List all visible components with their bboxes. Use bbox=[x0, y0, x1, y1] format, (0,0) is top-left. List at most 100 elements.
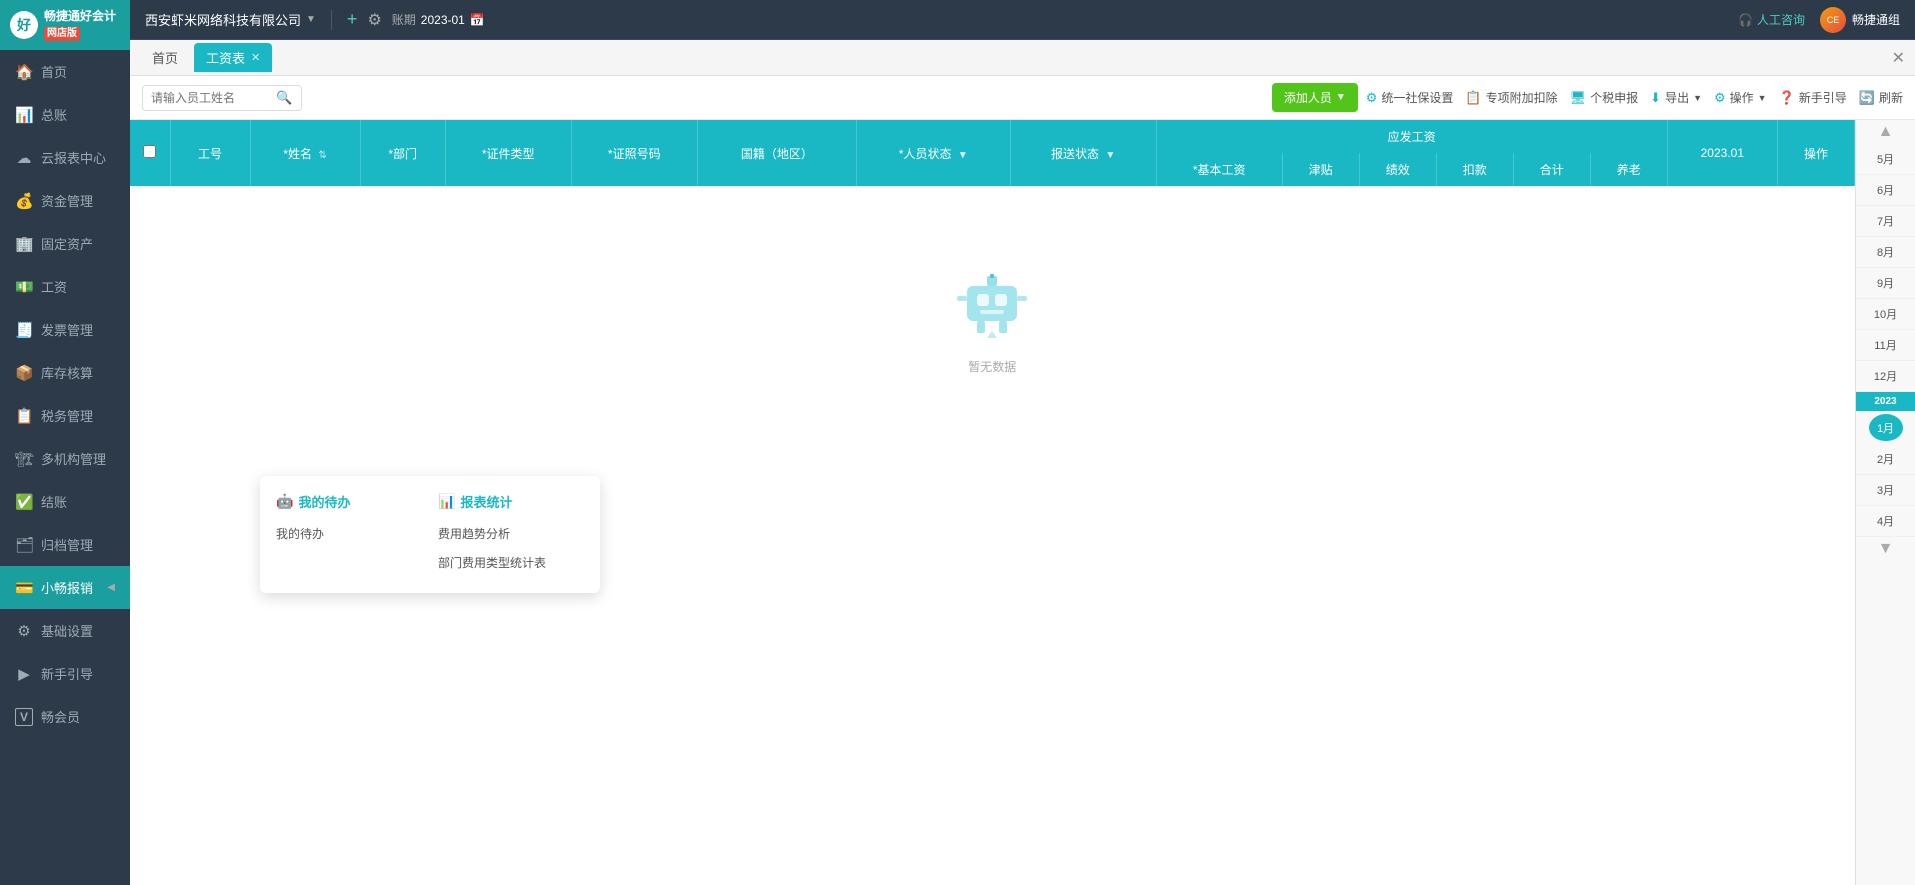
dropdown-popup: 🤖 我的待办 我的待办 📊 报表统计 费用趋势分析 部门费用类型统计表 bbox=[260, 476, 600, 593]
operate-action[interactable]: ⚙ 操作 ▼ bbox=[1714, 89, 1767, 106]
multi-org-icon: 🏗 bbox=[15, 450, 33, 468]
sidebar-item-inventory[interactable]: 📦 库存核算 bbox=[0, 351, 130, 394]
th-name-label: *姓名 bbox=[283, 147, 312, 161]
th-checkbox[interactable] bbox=[130, 120, 170, 186]
month-item-8[interactable]: 8月 bbox=[1856, 237, 1915, 268]
sidebar-item-label-multi-org: 多机构管理 bbox=[41, 449, 106, 468]
search-input[interactable] bbox=[151, 91, 271, 105]
period-value: 2023-01 bbox=[421, 13, 465, 27]
th-cert-no-label: *证照号码 bbox=[608, 147, 661, 161]
avatar: CE bbox=[1820, 7, 1846, 33]
sidebar-item-archive[interactable]: 🗂 归档管理 bbox=[0, 523, 130, 566]
sidebar-item-multi-org[interactable]: 🏗 多机构管理 bbox=[0, 437, 130, 480]
fund-icon: 💰 bbox=[15, 192, 33, 210]
th-pension-label: 养老 bbox=[1617, 163, 1641, 177]
empty-state: 暂无数据 bbox=[130, 186, 1855, 455]
guide-icon: ▶ bbox=[15, 665, 33, 683]
sidebar-item-cloud-report[interactable]: ☁ 云报表中心 bbox=[0, 136, 130, 179]
search-icon[interactable]: 🔍 bbox=[276, 90, 292, 106]
tax-report-action[interactable]: 🖥 个税申报 bbox=[1570, 89, 1639, 106]
add-person-button[interactable]: 添加人员 ▼ bbox=[1272, 83, 1358, 112]
month-item-3[interactable]: 3月 bbox=[1856, 475, 1915, 506]
sidebar-item-label-basic: 基础设置 bbox=[41, 621, 93, 640]
sidebar-item-home[interactable]: 🏠 首页 bbox=[0, 50, 130, 93]
month-item-12[interactable]: 12月 bbox=[1856, 361, 1915, 392]
dropdown-col-1-title: 🤖 我的待办 bbox=[276, 492, 422, 511]
sidebar-item-basic[interactable]: ⚙ 基础设置 bbox=[0, 609, 130, 652]
th-base-salary: *基本工资 bbox=[1156, 153, 1282, 186]
dropdown-col-1: 🤖 我的待办 我的待办 bbox=[276, 492, 422, 577]
tab-salary-table[interactable]: 工资表 ✕ bbox=[194, 43, 272, 72]
tab-bar-close-button[interactable]: ✕ bbox=[1892, 48, 1905, 68]
sidebar-item-guide[interactable]: ▶ 新手引导 bbox=[0, 652, 130, 695]
special-deduct-icon: 📋 bbox=[1465, 90, 1481, 106]
month-item-7[interactable]: 7月 bbox=[1856, 206, 1915, 237]
tab-close-icon[interactable]: ✕ bbox=[251, 51, 260, 64]
operate-arrow-icon: ▼ bbox=[1758, 93, 1767, 103]
month-item-2[interactable]: 2月 bbox=[1856, 444, 1915, 475]
month-nav-up-button[interactable]: ▲ bbox=[1856, 120, 1915, 144]
archive-icon: 🗂 bbox=[15, 536, 33, 554]
month-item-1-active[interactable]: 1月 bbox=[1869, 414, 1903, 442]
user-menu[interactable]: CE 畅捷通组 bbox=[1820, 7, 1900, 33]
report-filter-icon[interactable]: ▼ bbox=[1105, 150, 1115, 161]
month-nav-down-button[interactable]: ▼ bbox=[1856, 537, 1915, 561]
asset-icon: 🏢 bbox=[15, 235, 33, 253]
topbar: 西安虾米网络科技有限公司 ▼ + ⚙ 账期 2023-01 📅 🎧 人工咨询 C… bbox=[130, 0, 1915, 40]
service-button[interactable]: 🎧 人工咨询 bbox=[1738, 11, 1805, 28]
th-bonus: 绩效 bbox=[1359, 153, 1436, 186]
special-deduct-action[interactable]: 📋 专项附加扣除 bbox=[1465, 89, 1557, 106]
toolbar: 🔍 添加人员 ▼ ⚙ 统一社保设置 📋 专项附加扣除 🖥 个税申报 bbox=[130, 76, 1915, 120]
month-item-5[interactable]: 5月 bbox=[1856, 144, 1915, 175]
th-base-salary-label: *基本工资 bbox=[1193, 163, 1246, 177]
company-selector[interactable]: 西安虾米网络科技有限公司 ▼ bbox=[145, 10, 316, 29]
sidebar-item-tax[interactable]: 📋 税务管理 bbox=[0, 394, 130, 437]
month-item-10[interactable]: 10月 bbox=[1856, 299, 1915, 330]
service-label: 人工咨询 bbox=[1757, 11, 1805, 28]
year-label-2023: 2023 bbox=[1856, 392, 1915, 412]
sidebar-item-salary[interactable]: 💵 工资 bbox=[0, 265, 130, 308]
sidebar-item-member[interactable]: V 畅会员 bbox=[0, 695, 130, 738]
dropdown-col-1-label: 我的待办 bbox=[298, 492, 350, 511]
topbar-settings-icon[interactable]: ⚙ bbox=[367, 10, 381, 30]
calendar-icon[interactable]: 📅 bbox=[470, 13, 485, 27]
sidebar-item-label-tax: 税务管理 bbox=[41, 406, 93, 425]
tab-home-label: 首页 bbox=[152, 48, 178, 67]
add-person-arrow-icon: ▼ bbox=[1336, 92, 1346, 103]
tab-home[interactable]: 首页 bbox=[140, 43, 190, 72]
status-filter-icon[interactable]: ▼ bbox=[958, 150, 968, 161]
dropdown-item-todo[interactable]: 我的待办 bbox=[276, 519, 422, 548]
refresh-action[interactable]: 🔄 刷新 bbox=[1859, 89, 1903, 106]
sidebar-item-fund[interactable]: 💰 资金管理 bbox=[0, 179, 130, 222]
sidebar-item-settlement[interactable]: ✅ 结账 bbox=[0, 480, 130, 523]
add-company-button[interactable]: + bbox=[347, 9, 358, 30]
new-guide-action[interactable]: ❓ 新手引导 bbox=[1779, 89, 1847, 106]
sidebar-item-label-salary: 工资 bbox=[41, 277, 67, 296]
dropdown-item-dept[interactable]: 部门费用类型统计表 bbox=[438, 548, 584, 577]
sidebar-item-invoice[interactable]: 🧾 发票管理 bbox=[0, 308, 130, 351]
dropdown-item-trend[interactable]: 费用趋势分析 bbox=[438, 519, 584, 548]
settlement-icon: ✅ bbox=[15, 493, 33, 511]
sidebar-item-asset[interactable]: 🏢 固定资产 bbox=[0, 222, 130, 265]
month-item-4[interactable]: 4月 bbox=[1856, 506, 1915, 537]
sidebar-item-ledger[interactable]: 📊 总账 bbox=[0, 93, 130, 136]
month-item-6[interactable]: 6月 bbox=[1856, 175, 1915, 206]
social-insurance-label: 统一社保设置 bbox=[1381, 89, 1453, 106]
search-box[interactable]: 🔍 bbox=[142, 85, 302, 111]
empty-robot-icon bbox=[952, 266, 1032, 346]
th-period: 2023.01 bbox=[1667, 120, 1777, 186]
period-label: 账期 bbox=[392, 11, 416, 28]
month-item-9[interactable]: 9月 bbox=[1856, 268, 1915, 299]
month-item-11[interactable]: 11月 bbox=[1856, 330, 1915, 361]
th-deduct: 扣款 bbox=[1436, 153, 1513, 186]
sidebar-item-xiaochang[interactable]: 💳 小畅报销 ◀ bbox=[0, 566, 130, 609]
export-action[interactable]: ⬇ 导出 ▼ bbox=[1650, 89, 1702, 106]
th-cert-type-label: *证件类型 bbox=[482, 147, 535, 161]
sidebar-item-label-inventory: 库存核算 bbox=[41, 363, 93, 382]
sidebar: 好 畅捷通好会计 网店版 🏠 首页 📊 总账 ☁ 云报表中心 💰 资金管理 🏢 … bbox=[0, 0, 130, 885]
name-sort-icon[interactable]: ⇅ bbox=[318, 150, 326, 161]
select-all-checkbox[interactable] bbox=[143, 145, 156, 158]
social-insurance-action[interactable]: ⚙ 统一社保设置 bbox=[1366, 89, 1454, 106]
toolbar-actions: ⚙ 统一社保设置 📋 专项附加扣除 🖥 个税申报 ⬇ 导出 ▼ ⚙ bbox=[1366, 89, 1903, 106]
user-name: 畅捷通组 bbox=[1852, 11, 1900, 28]
